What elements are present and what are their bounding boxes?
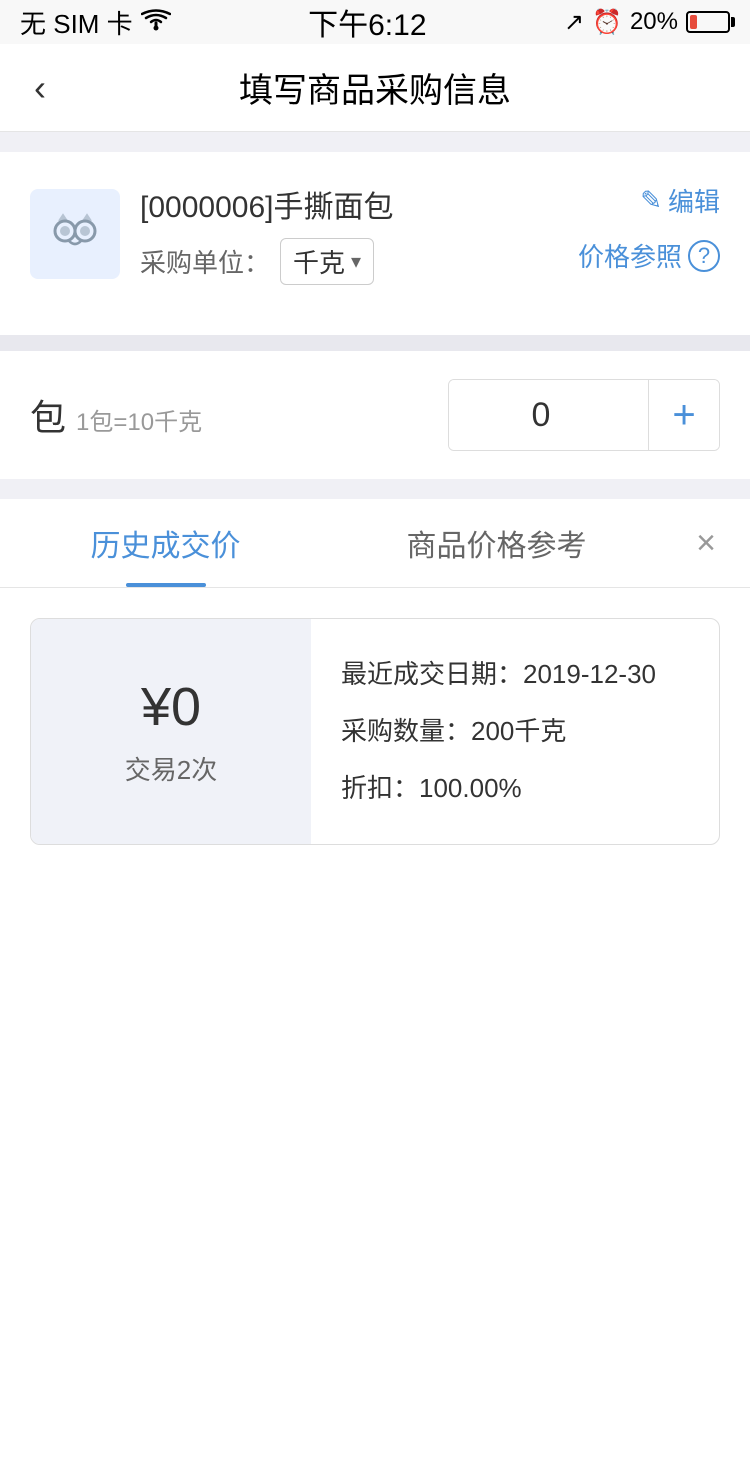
quantity-item-label: 采购数量： [341,716,471,746]
quantity-unit: 包 [30,389,66,441]
quantity-item-value: 200千克 [471,716,566,746]
bottom-white-space [0,875,750,1475]
quantity-row: 包 1包=10千克 + [0,351,750,479]
product-right: ✎ 编辑 价格参照 ? [578,182,720,274]
recent-date-item: 最近成交日期：2019-12-30 [341,655,689,694]
discount-label: 折扣： [341,773,419,803]
product-logo [30,189,120,279]
history-trades: 交易2次 [125,750,217,787]
discount-item: 折扣：100.00% [341,769,689,808]
unit-value: 千克 [293,243,345,280]
quantity-label: 包 1包=10千克 [30,389,202,441]
product-header: [0000006]手撕面包 采购单位： 千克 ▾ ✎ 编辑 价格参照 ? [30,182,720,285]
battery-icon [686,11,730,33]
product-card: [0000006]手撕面包 采购单位： 千克 ▾ ✎ 编辑 价格参照 ? [0,152,750,335]
tab-history-price[interactable]: 历史成交价 [0,499,331,587]
tabs-bar: 历史成交价 商品价格参考 × [0,499,750,588]
battery-percent: 20% [630,8,678,36]
status-time: 下午6:12 [308,0,426,44]
status-left: 无 SIM 卡 [20,4,171,41]
alarm-icon: ⏰ [592,8,622,37]
product-left: [0000006]手撕面包 采购单位： 千克 ▾ [30,182,393,285]
recent-date-label: 最近成交日期： [341,659,523,689]
edit-icon: ✎ [640,185,662,216]
location-icon: ↗ [564,8,584,37]
tab-active-underline [126,583,206,587]
unit-dropdown-icon: ▾ [351,249,361,274]
unit-select[interactable]: 千克 ▾ [280,238,374,285]
nav-bar: ‹ 填写商品采购信息 [0,44,750,132]
tab-content: ¥0 交易2次 最近成交日期：2019-12-30 采购数量：200千克 折扣：… [0,588,750,875]
tab-close-button[interactable]: × [662,499,750,587]
quantity-item: 采购数量：200千克 [341,712,689,751]
recent-date-value: 2019-12-30 [523,659,656,689]
history-price-side: ¥0 交易2次 [31,619,311,844]
gray-divider [0,335,750,351]
wifi-icon [141,7,171,38]
status-right: ↗ ⏰ 20% [564,8,730,37]
nav-title: 填写商品采购信息 [239,63,511,112]
history-card: ¥0 交易2次 最近成交日期：2019-12-30 采购数量：200千克 折扣：… [30,618,720,845]
back-button[interactable]: ‹ [0,44,80,132]
tab1-label: 历史成交价 [91,521,241,565]
quantity-input[interactable] [449,380,649,450]
edit-button[interactable]: ✎ 编辑 [640,182,720,219]
quantity-sub: 1包=10千克 [76,402,202,437]
close-icon: × [696,524,716,563]
price-ref-label: 价格参照 [578,237,682,274]
tab-product-price-ref[interactable]: 商品价格参考 [331,499,662,587]
product-name: [0000006]手撕面包 [140,182,393,226]
history-detail-side: 最近成交日期：2019-12-30 采购数量：200千克 折扣：100.00% [311,619,719,844]
product-unit-row: 采购单位： 千克 ▾ [140,238,393,285]
edit-label: 编辑 [668,182,720,219]
tab2-label: 商品价格参考 [407,521,587,565]
discount-value: 100.00% [419,773,522,803]
price-ref-button[interactable]: 价格参照 ? [578,237,720,274]
help-icon: ? [688,240,720,272]
quantity-plus-button[interactable]: + [649,380,719,450]
back-arrow-icon: ‹ [34,70,46,106]
carrier-text: 无 SIM 卡 [20,4,133,41]
status-bar: 无 SIM 卡 下午6:12 ↗ ⏰ 20% [0,0,750,44]
tabs-section: 历史成交价 商品价格参考 × ¥0 交易2次 最近成交日期：2019-12-30… [0,499,750,875]
history-price: ¥0 [141,676,201,738]
product-info: [0000006]手撕面包 采购单位： 千克 ▾ [140,182,393,285]
quantity-input-area: + [448,379,720,451]
unit-label: 采购单位： [140,243,270,280]
